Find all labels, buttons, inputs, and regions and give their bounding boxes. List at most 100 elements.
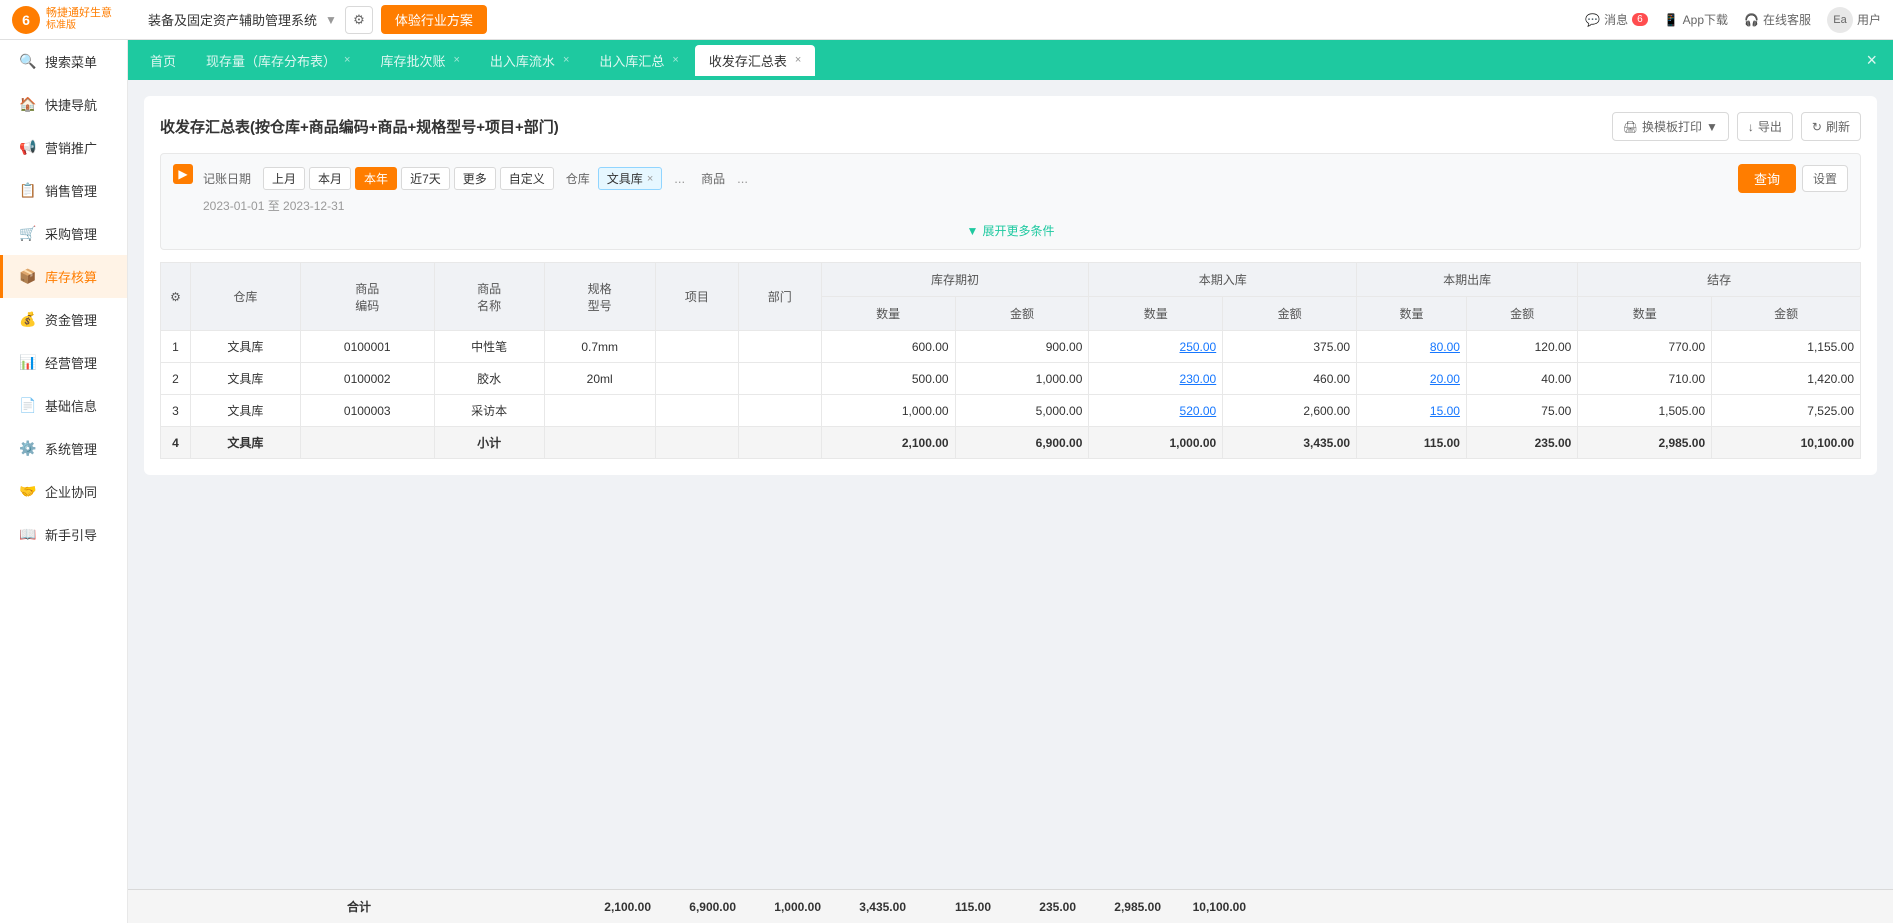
guide-icon: 📖 — [19, 526, 37, 544]
tab-batch-account[interactable]: 库存批次账 × — [366, 45, 473, 76]
date-filter-group: 上月 本月 本年 近7天 更多 自定义 — [263, 167, 554, 190]
tab-stock-distribution[interactable]: 现存量（库存分布表） × — [192, 45, 364, 76]
tab-home-label: 首页 — [150, 51, 176, 70]
sidebar-label-inventory: 库存核算 — [45, 267, 97, 286]
bottom-total-in-qty: 1,000.00 — [744, 900, 829, 914]
sidebar-item-basicinfo[interactable]: 📄 基础信息 — [0, 384, 127, 427]
sidebar-item-sales[interactable]: 📋 销售管理 — [0, 169, 127, 212]
sidebar-item-guide[interactable]: 📖 新手引导 — [0, 513, 127, 556]
cell-code: 0100002 — [300, 363, 434, 395]
online-service-button[interactable]: 🎧 在线客服 — [1744, 11, 1811, 28]
bottom-total-bar: 合计 2,100.00 6,900.00 1,000.00 3,435.00 1… — [128, 889, 1893, 923]
tab-inout-flow[interactable]: 出入库流水 × — [476, 45, 583, 76]
system-title-bar: 装备及固定资产辅助管理系统 ▼ ⚙ 体验行业方案 — [148, 5, 1577, 34]
sidebar-item-search[interactable]: 🔍 搜索菜单 — [0, 40, 127, 83]
cell-project — [655, 331, 738, 363]
sidebar-item-marketing[interactable]: 📢 营销推广 — [0, 126, 127, 169]
table-row: 2 文具库 0100002 胶水 20ml 500.00 1,000.00 23… — [161, 363, 1861, 395]
warehouse-filter-dots[interactable]: ... — [670, 171, 689, 186]
table-row: 4 文具库 小计 2,100.00 6,900.00 1,000.00 3,43… — [161, 427, 1861, 459]
sidebar-item-purchase[interactable]: 🛒 采购管理 — [0, 212, 127, 255]
page-content: 收发存汇总表(按仓库+商品编码+商品+规格型号+项目+部门) 🖨 换模板打印 ▼… — [128, 80, 1893, 889]
export-button[interactable]: ↓ 导出 — [1737, 112, 1793, 141]
settings-gear-button[interactable]: ⚙ — [345, 6, 373, 34]
cell-opening-qty: 500.00 — [821, 363, 955, 395]
sidebar-item-finance[interactable]: 💰 资金管理 — [0, 298, 127, 341]
system-title-dropdown[interactable]: ▼ — [325, 13, 337, 27]
cell-in-qty[interactable]: 520.00 — [1089, 395, 1223, 427]
tab-inout-summary-label: 出入库汇总 — [599, 51, 664, 70]
tab-stock-distribution-label: 现存量（库存分布表） — [206, 51, 336, 70]
cell-out-qty[interactable]: 80.00 — [1357, 331, 1467, 363]
cell-code: 0100001 — [300, 331, 434, 363]
filter-inner: 记账日期 上月 本月 本年 近7天 更多 自定义 — [203, 164, 1848, 214]
chevron-down-icon: ▼ — [1706, 120, 1718, 134]
print-template-button[interactable]: 🖨 换模板打印 ▼ — [1612, 112, 1729, 141]
bottom-total-in-amt: 3,435.00 — [829, 900, 914, 914]
sidebar-label-basicinfo: 基础信息 — [45, 396, 97, 415]
col-spec-header: 规格型号 — [544, 263, 655, 331]
sidebar-item-collab[interactable]: 🤝 企业协同 — [0, 470, 127, 513]
tab-close-receivable-summary[interactable]: × — [795, 54, 801, 66]
cell-opening-amt: 900.00 — [955, 331, 1089, 363]
cell-name: 采访本 — [434, 395, 544, 427]
date-this-month-button[interactable]: 本月 — [309, 167, 351, 190]
page-actions: 🖨 换模板打印 ▼ ↓ 导出 ↻ 刷新 — [1612, 112, 1861, 141]
warehouse-tag-close[interactable]: × — [647, 173, 653, 185]
tab-close-inout-flow[interactable]: × — [563, 54, 569, 66]
tab-inout-summary[interactable]: 出入库汇总 × — [585, 45, 692, 76]
sidebar-label-system: 系统管理 — [45, 439, 97, 458]
date-more-button[interactable]: 更多 — [454, 167, 496, 190]
cell-opening-qty: 2,100.00 — [821, 427, 955, 459]
cell-no: 2 — [161, 363, 191, 395]
date-custom-button[interactable]: 自定义 — [500, 167, 554, 190]
cell-opening-amt: 5,000.00 — [955, 395, 1089, 427]
sidebar-item-inventory[interactable]: 📦 库存核算 — [0, 255, 127, 298]
bottom-total-opening-amt: 6,900.00 — [659, 900, 744, 914]
sidebar-item-operations[interactable]: 📊 经营管理 — [0, 341, 127, 384]
content-area: 首页 现存量（库存分布表） × 库存批次账 × 出入库流水 × 出入库汇总 × … — [128, 40, 1893, 923]
tab-close-batch-account[interactable]: × — [453, 54, 459, 66]
top-bar: 6 畅捷通好生意 标准版 装备及固定资产辅助管理系统 ▼ ⚙ 体验行业方案 💬 … — [0, 0, 1893, 40]
refresh-button[interactable]: ↻ 刷新 — [1801, 112, 1861, 141]
filter-bar: ▶ 记账日期 上月 本月 本年 近7天 更多 自定义 — [160, 153, 1861, 250]
warehouse-filter-area: 仓库 文具库 × ... — [566, 167, 689, 190]
tab-receivable-summary[interactable]: 收发存汇总表 × — [695, 45, 815, 76]
date-this-year-button[interactable]: 本年 — [355, 167, 397, 190]
sidebar-item-quicknav[interactable]: 🏠 快捷导航 — [0, 83, 127, 126]
cell-name: 中性笔 — [434, 331, 544, 363]
cell-out-qty[interactable]: 15.00 — [1357, 395, 1467, 427]
cell-in-qty[interactable]: 250.00 — [1089, 331, 1223, 363]
tab-close-stock-distribution[interactable]: × — [344, 54, 350, 66]
cell-project — [655, 395, 738, 427]
col-in-qty-header: 数量 — [1089, 297, 1223, 331]
col-settings: ⚙ — [161, 263, 191, 331]
cell-opening-amt: 1,000.00 — [955, 363, 1089, 395]
date-7days-button[interactable]: 近7天 — [401, 167, 450, 190]
warehouse-tag: 文具库 × — [598, 167, 662, 190]
expand-more-button[interactable]: ▼ 展开更多条件 — [967, 222, 1055, 239]
table-settings-button[interactable]: 设置 — [1802, 165, 1848, 192]
cell-in-qty: 1,000.00 — [1089, 427, 1223, 459]
tab-bar-close-button[interactable]: × — [1858, 46, 1885, 75]
tab-home[interactable]: 首页 — [136, 45, 190, 76]
search-icon: 🔍 — [19, 53, 37, 71]
query-button[interactable]: 查询 — [1738, 164, 1796, 193]
cell-in-qty[interactable]: 230.00 — [1089, 363, 1223, 395]
sidebar-label-guide: 新手引导 — [45, 525, 97, 544]
cell-spec: 20ml — [544, 363, 655, 395]
table-body: 1 文具库 0100001 中性笔 0.7mm 600.00 900.00 25… — [161, 331, 1861, 459]
sidebar-label-search: 搜索菜单 — [45, 52, 97, 71]
col-closing-amt-header: 金额 — [1712, 297, 1861, 331]
collapse-arrow-button[interactable]: ▶ — [173, 164, 193, 184]
user-area[interactable]: Ea 用户 — [1827, 7, 1881, 33]
experience-button[interactable]: 体验行业方案 — [381, 5, 487, 34]
app-download-button[interactable]: 📱 App下载 — [1664, 11, 1728, 28]
top-right-area: 💬 消息 6 📱 App下载 🎧 在线客服 Ea 用户 — [1585, 7, 1881, 33]
sidebar-item-system[interactable]: ⚙️ 系统管理 — [0, 427, 127, 470]
date-prev-month-button[interactable]: 上月 — [263, 167, 305, 190]
cell-out-qty[interactable]: 20.00 — [1357, 363, 1467, 395]
tab-close-inout-summary[interactable]: × — [672, 54, 678, 66]
product-filter-dots[interactable]: ... — [733, 171, 752, 186]
message-button[interactable]: 💬 消息 6 — [1585, 11, 1648, 28]
